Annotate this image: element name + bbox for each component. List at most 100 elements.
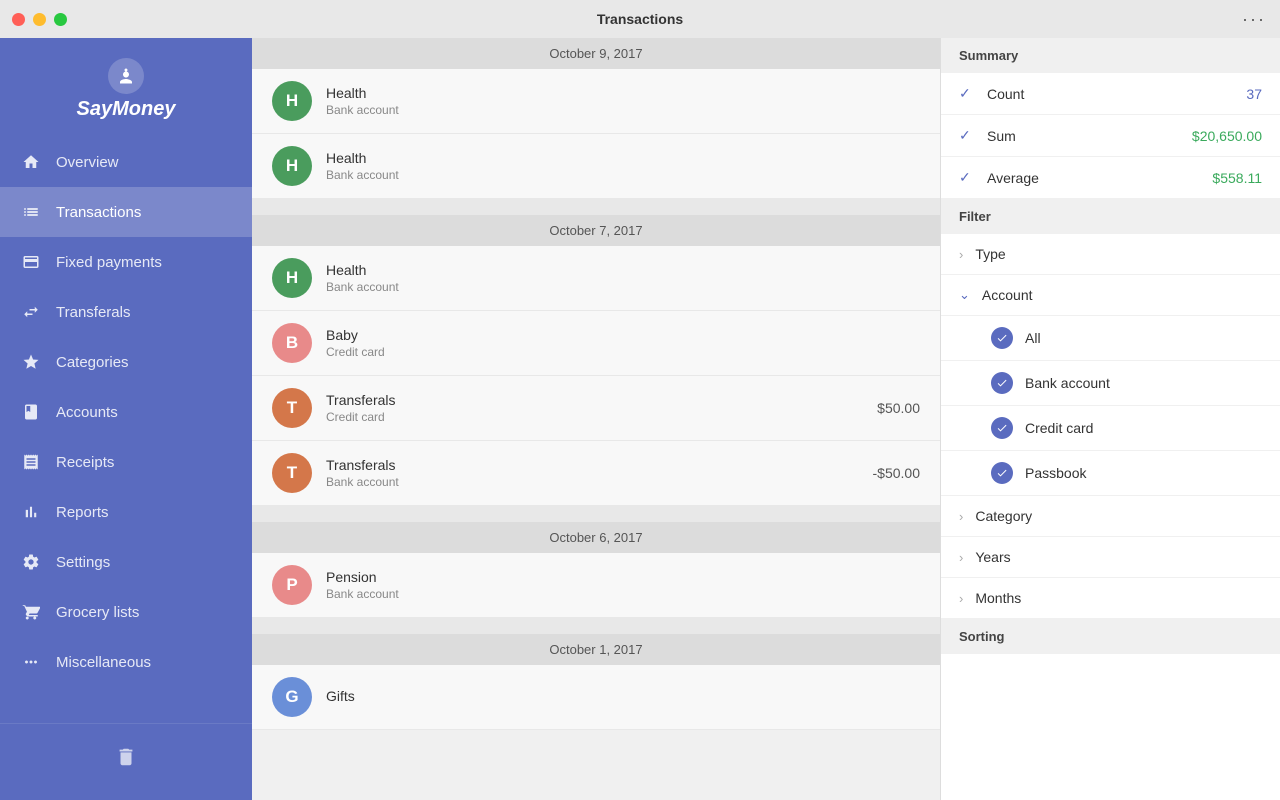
filter-type-row[interactable]: › Type bbox=[941, 234, 1280, 275]
date-group-oct9: October 9, 2017 H Health Bank account H … bbox=[252, 38, 940, 199]
transaction-item[interactable]: T Transferals Credit card $50.00 bbox=[252, 376, 940, 441]
group-spacer bbox=[252, 199, 940, 215]
transaction-name: Pension bbox=[326, 569, 920, 585]
transaction-details: Baby Credit card bbox=[326, 327, 920, 359]
account-label-all: All bbox=[1025, 330, 1041, 346]
sidebar-label-accounts: Accounts bbox=[56, 404, 118, 421]
sidebar-item-receipts[interactable]: Receipts bbox=[0, 437, 252, 487]
transaction-item[interactable]: H Health Bank account bbox=[252, 246, 940, 311]
transaction-item[interactable]: T Transferals Bank account -$50.00 bbox=[252, 441, 940, 506]
main-layout: SayMoney Overview Transactions Fixed pay bbox=[0, 38, 1280, 800]
cart-icon bbox=[20, 601, 42, 623]
transaction-item[interactable]: H Health Bank account bbox=[252, 69, 940, 134]
sidebar-label-misc: Miscellaneous bbox=[56, 654, 151, 671]
summary-avg-value: $558.11 bbox=[1212, 170, 1262, 186]
transaction-account: Bank account bbox=[326, 103, 920, 117]
avatar: G bbox=[272, 677, 312, 717]
credit-card-icon bbox=[20, 251, 42, 273]
bar-chart-icon bbox=[20, 501, 42, 523]
trash-icon[interactable] bbox=[115, 746, 137, 774]
account-item-bank[interactable]: Bank account bbox=[941, 361, 1280, 406]
group-spacer bbox=[252, 618, 940, 634]
transaction-details: Pension Bank account bbox=[326, 569, 920, 601]
transaction-item[interactable]: B Baby Credit card bbox=[252, 311, 940, 376]
transaction-account: Bank account bbox=[326, 168, 920, 182]
transaction-account: Credit card bbox=[326, 345, 920, 359]
right-panel: Summary ✓ Count 37 ✓ Sum $20,650.00 ✓ Av… bbox=[940, 38, 1280, 800]
filter-years-row[interactable]: › Years bbox=[941, 537, 1280, 578]
sidebar-label-overview: Overview bbox=[56, 154, 119, 171]
sidebar-item-accounts[interactable]: Accounts bbox=[0, 387, 252, 437]
account-item-passbook[interactable]: Passbook bbox=[941, 451, 1280, 496]
transaction-details: Transferals Bank account bbox=[326, 457, 859, 489]
sidebar-item-settings[interactable]: Settings bbox=[0, 537, 252, 587]
date-header: October 1, 2017 bbox=[252, 634, 940, 665]
account-label-credit: Credit card bbox=[1025, 420, 1093, 436]
transaction-details: Health Bank account bbox=[326, 150, 920, 182]
transaction-name: Transferals bbox=[326, 392, 863, 408]
titlebar: Transactions ··· bbox=[0, 0, 1280, 38]
summary-count-label: Count bbox=[987, 86, 1234, 102]
sidebar-logo: SayMoney bbox=[0, 38, 252, 137]
arrows-icon bbox=[20, 301, 42, 323]
date-group-oct6: October 6, 2017 P Pension Bank account bbox=[252, 522, 940, 618]
filter-type-label: Type bbox=[975, 246, 1262, 262]
sidebar-item-fixed-payments[interactable]: Fixed payments bbox=[0, 237, 252, 287]
chevron-right-icon: › bbox=[959, 550, 963, 565]
transaction-account: Bank account bbox=[326, 587, 920, 601]
book-icon bbox=[20, 401, 42, 423]
account-item-credit[interactable]: Credit card bbox=[941, 406, 1280, 451]
transaction-account: Bank account bbox=[326, 475, 859, 489]
transactions-panel: October 9, 2017 H Health Bank account H … bbox=[252, 38, 940, 800]
check-icon: ✓ bbox=[959, 169, 975, 186]
summary-row-avg: ✓ Average $558.11 bbox=[941, 157, 1280, 199]
minimize-button[interactable] bbox=[33, 13, 46, 26]
avatar: H bbox=[272, 146, 312, 186]
transaction-details: Gifts bbox=[326, 688, 920, 706]
filter-account-row[interactable]: ⌄ Account bbox=[941, 275, 1280, 316]
avatar: T bbox=[272, 453, 312, 493]
sidebar-item-reports[interactable]: Reports bbox=[0, 487, 252, 537]
filter-months-label: Months bbox=[975, 590, 1262, 606]
sidebar-item-transferals[interactable]: Transferals bbox=[0, 287, 252, 337]
summary-row-sum: ✓ Sum $20,650.00 bbox=[941, 115, 1280, 157]
transaction-details: Health Bank account bbox=[326, 262, 920, 294]
summary-row-count: ✓ Count 37 bbox=[941, 73, 1280, 115]
date-group-oct1: October 1, 2017 G Gifts bbox=[252, 634, 940, 730]
close-button[interactable] bbox=[12, 13, 25, 26]
sidebar-item-overview[interactable]: Overview bbox=[0, 137, 252, 187]
trash-area[interactable] bbox=[0, 734, 252, 786]
sidebar-item-grocery[interactable]: Grocery lists bbox=[0, 587, 252, 637]
date-header: October 7, 2017 bbox=[252, 215, 940, 246]
check-icon: ✓ bbox=[959, 127, 975, 144]
check-circle-all bbox=[991, 327, 1013, 349]
sidebar-bottom bbox=[0, 723, 252, 800]
sidebar-item-misc[interactable]: Miscellaneous bbox=[0, 637, 252, 687]
transaction-details: Health Bank account bbox=[326, 85, 920, 117]
sidebar-label-transferals: Transferals bbox=[56, 304, 130, 321]
transaction-item[interactable]: P Pension Bank account bbox=[252, 553, 940, 618]
transaction-name: Transferals bbox=[326, 457, 859, 473]
logo-text: SayMoney bbox=[77, 98, 176, 121]
sidebar-label-settings: Settings bbox=[56, 554, 110, 571]
filter-category-row[interactable]: › Category bbox=[941, 496, 1280, 537]
more-button[interactable]: ··· bbox=[1242, 9, 1266, 30]
transaction-account: Bank account bbox=[326, 280, 920, 294]
transaction-details: Transferals Credit card bbox=[326, 392, 863, 424]
chevron-right-icon: › bbox=[959, 591, 963, 606]
transaction-item[interactable]: H Health Bank account bbox=[252, 134, 940, 199]
window-title: Transactions bbox=[597, 11, 683, 27]
filter-months-row[interactable]: › Months bbox=[941, 578, 1280, 619]
sidebar-item-categories[interactable]: Categories bbox=[0, 337, 252, 387]
account-item-all[interactable]: All bbox=[941, 316, 1280, 361]
summary-sum-label: Sum bbox=[987, 128, 1180, 144]
sidebar-label-fixed-payments: Fixed payments bbox=[56, 254, 162, 271]
sidebar-item-transactions[interactable]: Transactions bbox=[0, 187, 252, 237]
sorting-header: Sorting bbox=[941, 619, 1280, 654]
filter-account-label: Account bbox=[982, 287, 1262, 303]
chevron-right-icon: › bbox=[959, 509, 963, 524]
maximize-button[interactable] bbox=[54, 13, 67, 26]
date-header: October 9, 2017 bbox=[252, 38, 940, 69]
transaction-item[interactable]: G Gifts bbox=[252, 665, 940, 730]
account-label-bank: Bank account bbox=[1025, 375, 1110, 391]
